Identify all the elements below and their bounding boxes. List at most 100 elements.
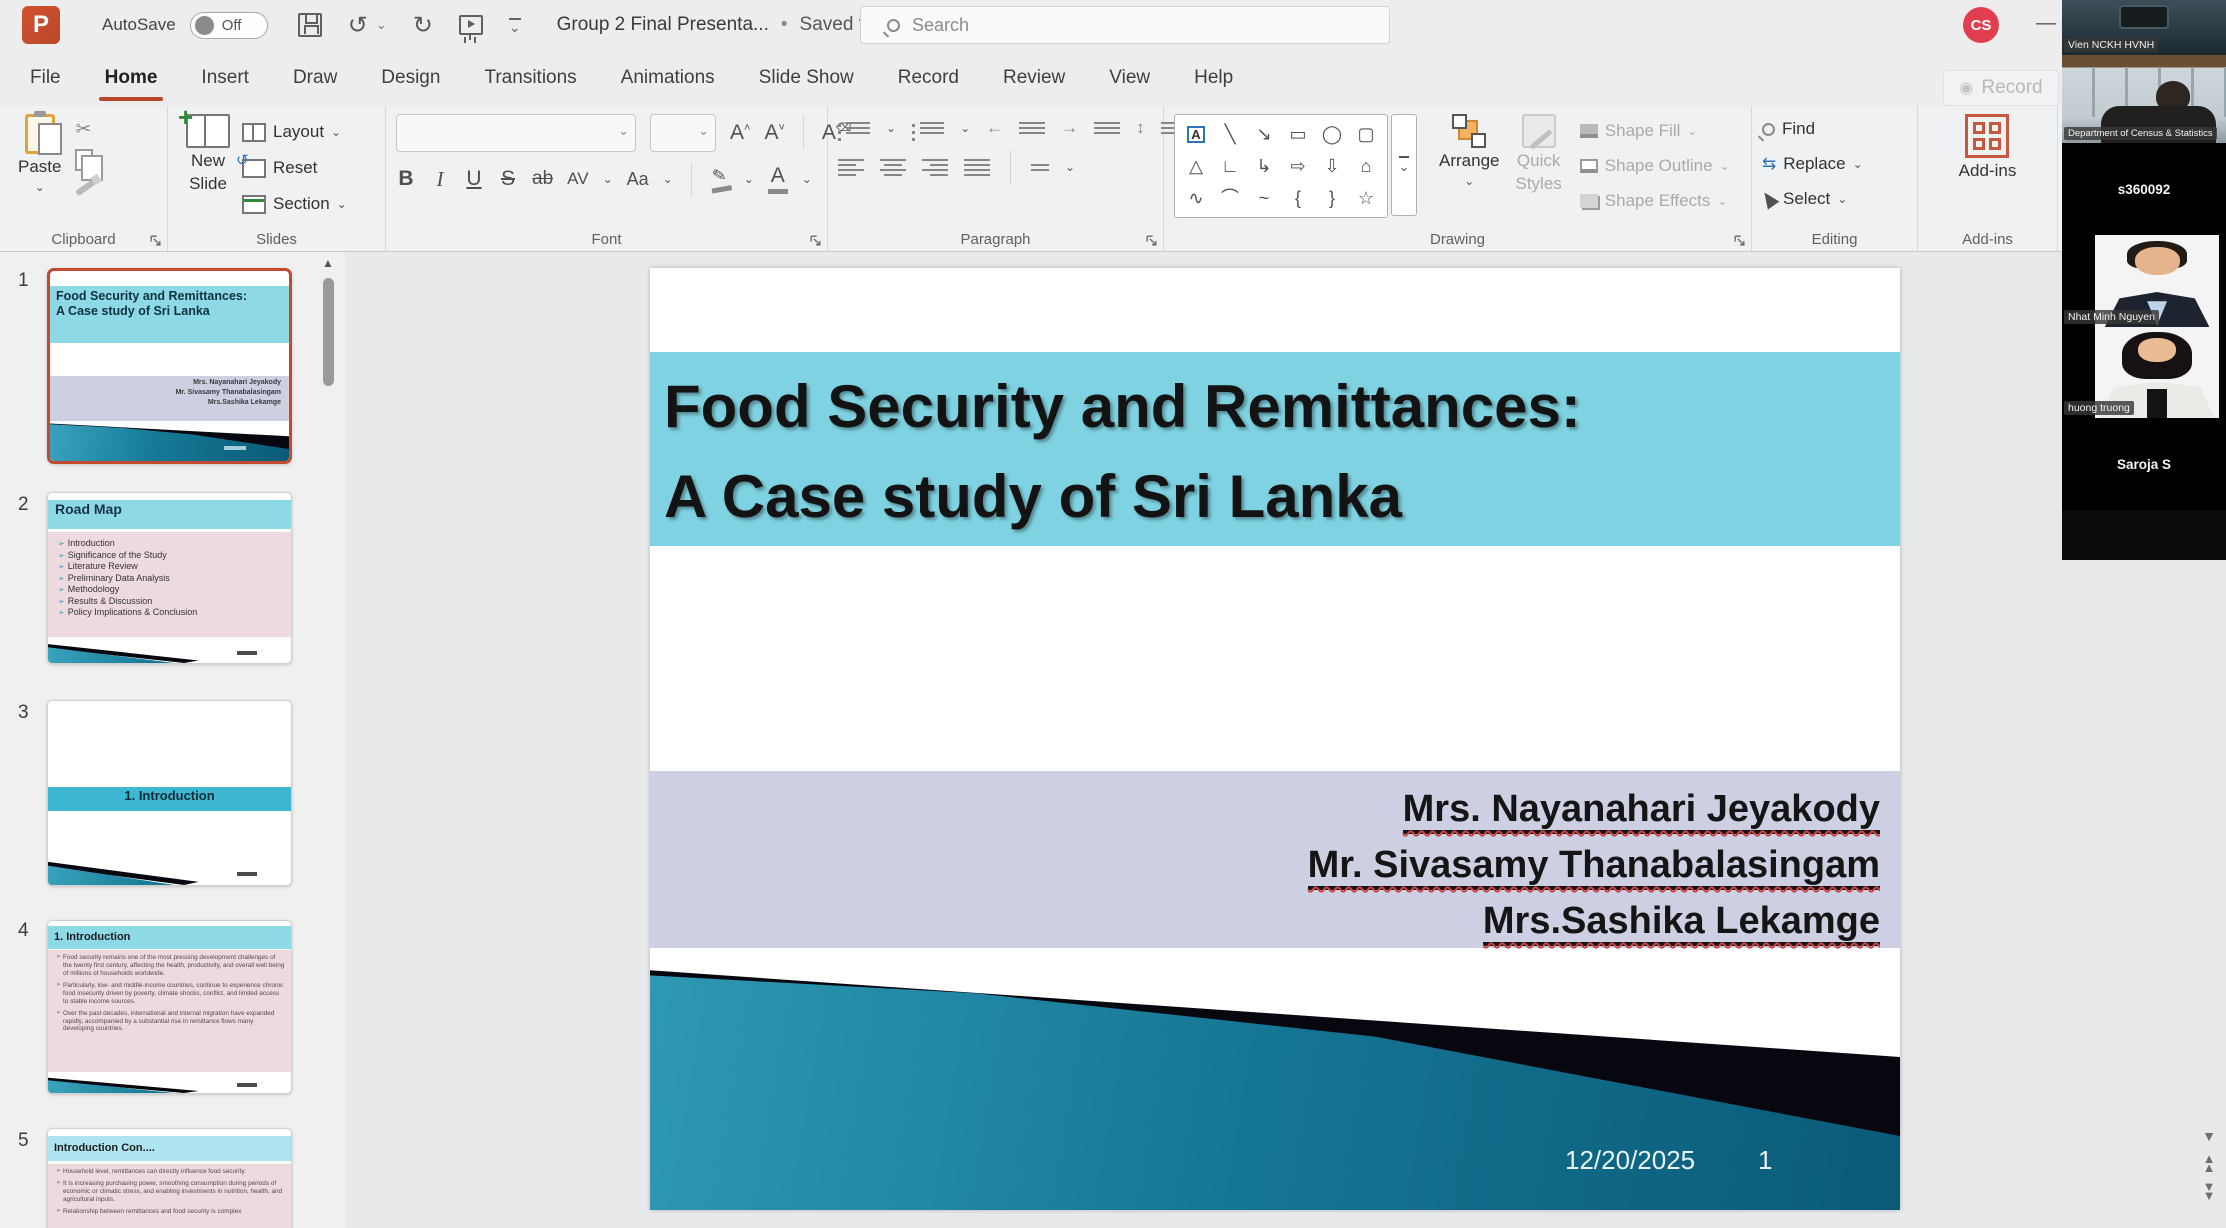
- arrow-shape-icon[interactable]: ↘: [1256, 125, 1271, 143]
- layout-button[interactable]: Layout ⌄: [242, 116, 347, 148]
- freeform-shape-icon[interactable]: ⌂: [1361, 157, 1372, 175]
- select-button[interactable]: Select ⌄: [1758, 186, 1863, 212]
- columns-chevron-icon[interactable]: ⌄: [1065, 160, 1075, 174]
- undo-chevron-icon[interactable]: ⌄: [376, 17, 387, 33]
- section-button[interactable]: Section ⌄: [242, 188, 347, 220]
- participant-tile-room[interactable]: Vien NCKH HVNH: [2062, 0, 2226, 55]
- customize-qat-icon[interactable]: ⌄: [508, 18, 521, 34]
- search-box[interactable]: [860, 6, 1390, 44]
- italic-button[interactable]: I: [430, 167, 450, 192]
- tab-review[interactable]: Review: [1001, 61, 1067, 95]
- thumbnail-scrollbar-thumb[interactable]: [323, 278, 334, 386]
- oval-shape-icon[interactable]: ◯: [1322, 125, 1342, 143]
- align-right-icon[interactable]: [922, 158, 948, 176]
- thumbnail-scroll-up-icon[interactable]: ▲: [322, 256, 334, 270]
- slide-thumbnail-1[interactable]: Food Security and Remittances: A Case st…: [47, 268, 292, 464]
- line-spacing-icon[interactable]: ↕: [1136, 118, 1145, 138]
- undo-icon[interactable]: ↺: [348, 11, 368, 40]
- shape-effects-button[interactable]: Shape Effects ⌄: [1579, 188, 1730, 214]
- user-avatar[interactable]: CS: [1963, 7, 1999, 43]
- shrink-font-icon[interactable]: A˅: [764, 121, 784, 145]
- participant-tile-nhat-minh[interactable]: Nhat Minh Nguyen: [2062, 235, 2226, 327]
- reset-button[interactable]: Reset: [236, 151, 347, 184]
- next-slide-button[interactable]: ▼ ▼: [2203, 1180, 2216, 1202]
- find-button[interactable]: Find: [1762, 116, 1863, 142]
- curve-shape-icon[interactable]: ~: [1259, 189, 1270, 207]
- tab-insert[interactable]: Insert: [199, 61, 251, 95]
- tab-animations[interactable]: Animations: [619, 61, 717, 95]
- highlight-chevron-icon[interactable]: ⌄: [744, 172, 754, 186]
- arrange-button[interactable]: Arrange ⌄: [1431, 114, 1507, 188]
- font-name-combo[interactable]: [396, 114, 636, 152]
- record-button[interactable]: ◉ Record: [1943, 70, 2059, 106]
- replace-button[interactable]: ⇆ Replace ⌄: [1762, 151, 1863, 177]
- copy-icon[interactable]: [75, 149, 104, 181]
- minimize-icon[interactable]: —: [2036, 12, 2056, 35]
- new-slide-button[interactable]: New Slide: [178, 102, 238, 194]
- shape-gallery-more-button[interactable]: ⌄: [1391, 114, 1417, 216]
- redo-icon[interactable]: ↻: [413, 11, 433, 40]
- text-box-shape-icon[interactable]: A: [1187, 125, 1205, 143]
- down-arrow-shape-icon[interactable]: ⇩: [1324, 157, 1339, 175]
- case-chevron-icon[interactable]: ⌄: [663, 172, 673, 186]
- columns-icon[interactable]: [1031, 163, 1049, 171]
- arc-shape-icon[interactable]: ⌒: [1221, 189, 1239, 207]
- bold-button[interactable]: B: [396, 167, 416, 191]
- scroll-down-icon[interactable]: ▼: [2202, 1128, 2216, 1144]
- tab-draw[interactable]: Draw: [291, 61, 339, 95]
- clipboard-dialog-launcher-icon[interactable]: [149, 234, 162, 247]
- tab-home[interactable]: Home: [98, 61, 164, 101]
- tab-slide-show[interactable]: Slide Show: [757, 61, 856, 95]
- bullets-chevron-icon[interactable]: ⌄: [886, 121, 896, 135]
- change-case-icon[interactable]: Aa: [627, 169, 649, 190]
- font-color-icon[interactable]: A: [767, 164, 788, 194]
- autosave-toggle[interactable]: Off: [189, 11, 268, 39]
- left-brace-shape-icon[interactable]: {: [1295, 189, 1301, 207]
- shape-outline-button[interactable]: Shape Outline ⌄: [1579, 153, 1730, 179]
- triangle-shape-icon[interactable]: △: [1189, 157, 1203, 175]
- start-slideshow-icon[interactable]: [458, 15, 483, 40]
- participant-tile-huong-truong[interactable]: huong truong: [2062, 327, 2226, 418]
- tab-record[interactable]: Record: [896, 61, 961, 95]
- increase-indent-icon[interactable]: →: [1061, 118, 1078, 138]
- right-arrow-shape-icon[interactable]: ⇨: [1290, 157, 1305, 175]
- font-size-combo[interactable]: [650, 114, 716, 152]
- quick-styles-button[interactable]: Quick Styles: [1507, 114, 1569, 194]
- tab-view[interactable]: View: [1107, 61, 1152, 95]
- align-center-icon[interactable]: [880, 158, 906, 176]
- numbering-chevron-icon[interactable]: ⌄: [960, 121, 970, 135]
- rectangle-shape-icon[interactable]: ▭: [1289, 125, 1306, 143]
- grow-font-icon[interactable]: A˄: [730, 121, 750, 145]
- tab-file[interactable]: File: [28, 61, 63, 95]
- spacing-chevron-icon[interactable]: ⌄: [603, 172, 613, 186]
- bullets-icon[interactable]: [838, 122, 870, 134]
- slide-authors-placeholder[interactable]: Mrs. Nayanahari Jeyakody Mr. Sivasamy Th…: [650, 771, 1900, 948]
- shape-fill-button[interactable]: Shape Fill ⌄: [1579, 118, 1730, 144]
- numbering-icon[interactable]: [912, 122, 945, 134]
- paste-button[interactable]: Paste ⌄: [10, 111, 69, 194]
- paragraph-dialog-launcher-icon[interactable]: [1145, 234, 1158, 247]
- tab-transitions[interactable]: Transitions: [482, 61, 578, 95]
- main-slide[interactable]: Food Security and Remittances: A Case st…: [650, 268, 1900, 1210]
- previous-slide-button[interactable]: ▲ ▲: [2203, 1152, 2216, 1174]
- decrease-indent-icon[interactable]: ←: [986, 118, 1003, 138]
- underline-button[interactable]: U: [464, 167, 484, 191]
- slide-thumbnail-3[interactable]: 1. Introduction: [47, 700, 292, 886]
- participant-tile-census[interactable]: Department of Census & Statistics: [2062, 55, 2226, 143]
- line-shape-icon[interactable]: ╲: [1225, 125, 1236, 143]
- participant-tile-s360092[interactable]: s360092: [2062, 143, 2226, 235]
- star-shape-icon[interactable]: ☆: [1358, 189, 1374, 207]
- search-input[interactable]: [912, 14, 1312, 36]
- slide-thumbnail-4[interactable]: 1. Introduction ➢ Food security remains o…: [47, 920, 292, 1094]
- double-strikethrough-icon[interactable]: ab: [532, 168, 553, 190]
- justify-icon[interactable]: [964, 158, 990, 176]
- cut-icon[interactable]: ✂: [75, 118, 91, 141]
- strikethrough-button[interactable]: S: [498, 167, 518, 191]
- scribble-shape-icon[interactable]: ∿: [1188, 189, 1203, 207]
- right-brace-shape-icon[interactable]: }: [1329, 189, 1335, 207]
- rounded-rectangle-shape-icon[interactable]: ▢: [1357, 125, 1374, 143]
- shape-gallery[interactable]: A ╲ ↘ ▭ ◯ ▢ △ ∟ ↳ ⇨ ⇩ ⌂ ∿ ⌒ ~ { } ☆: [1174, 114, 1388, 218]
- format-painter-icon[interactable]: [75, 179, 96, 197]
- slide-thumbnail-2[interactable]: Road Map ➢ Introduction ➢ Significance of …: [47, 492, 292, 664]
- elbow-arrow-connector-icon[interactable]: ↳: [1256, 157, 1271, 175]
